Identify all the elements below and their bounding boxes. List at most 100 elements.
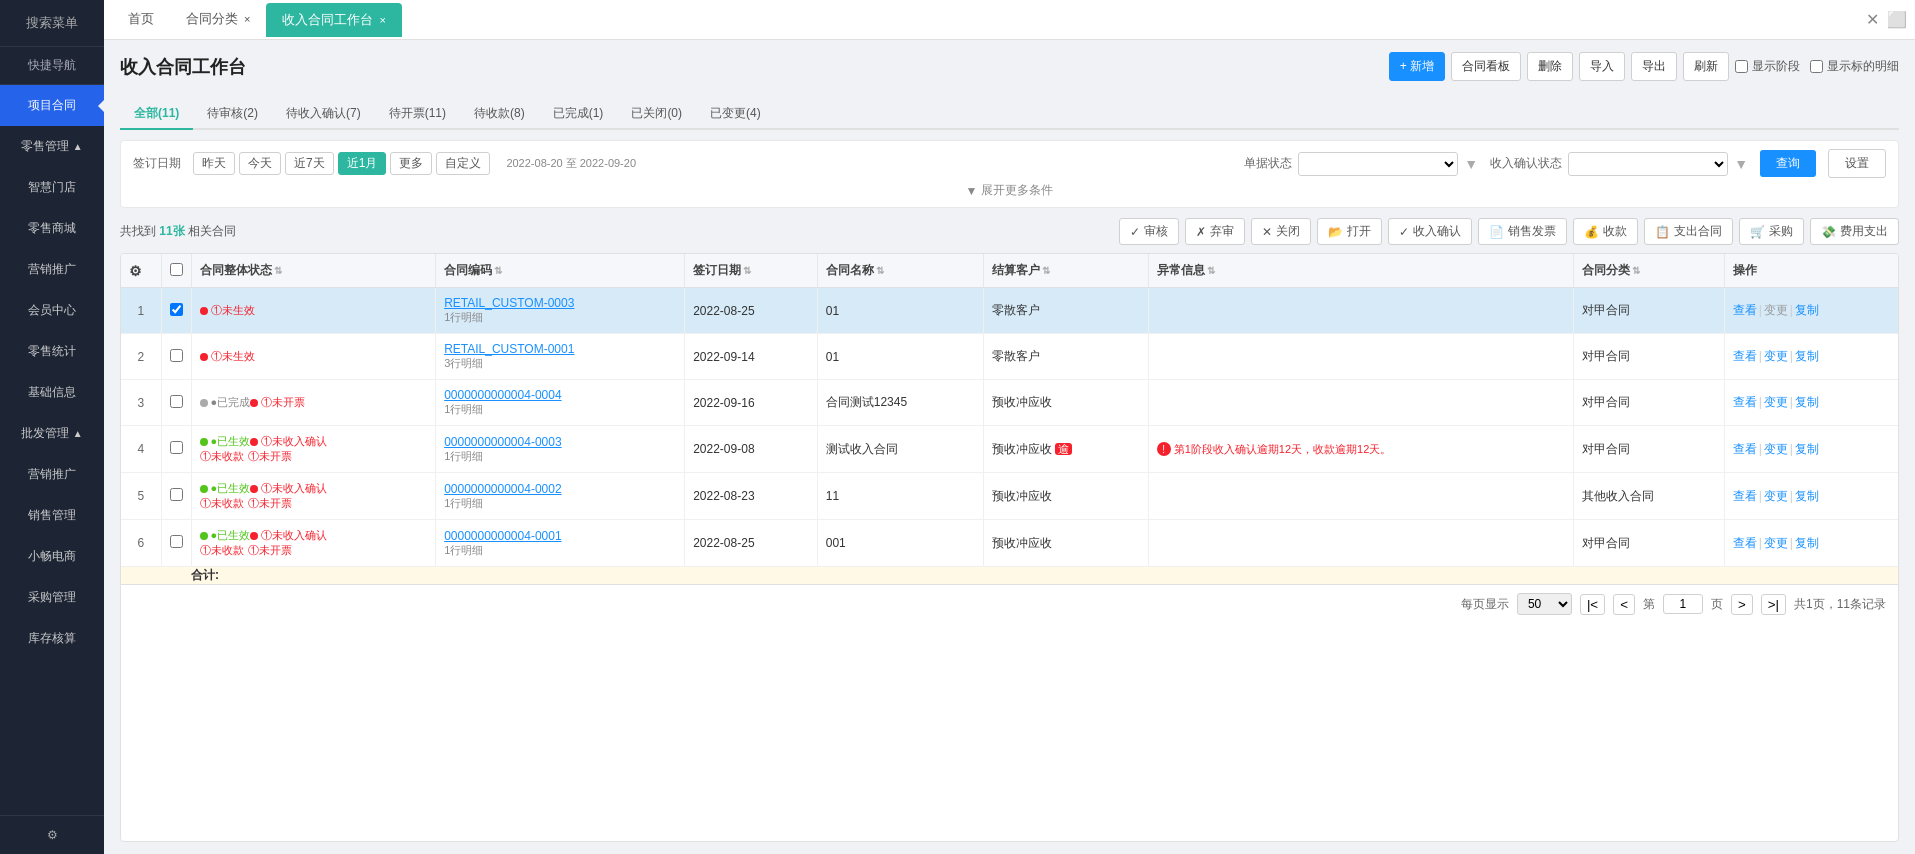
sidebar-item-retail-mall[interactable]: 零售商城 [0, 208, 104, 249]
expand-more[interactable]: ▼ 展开更多条件 [133, 182, 1886, 199]
tab-close-income-workbench[interactable]: × [379, 14, 385, 26]
open-action-btn[interactable]: 📂打开 [1317, 218, 1382, 245]
op-变更-3[interactable]: 变更 [1764, 442, 1788, 456]
op-查看-4[interactable]: 查看 [1733, 489, 1757, 503]
row-checkbox-1[interactable] [161, 334, 191, 380]
show-fields-check[interactable]: 显示阶段 [1735, 58, 1800, 75]
op-复制-5[interactable]: 复制 [1795, 536, 1819, 550]
sidebar-item-project[interactable]: 项目合同 [0, 85, 104, 126]
sidebar-item-marketing2[interactable]: 营销推广 [0, 454, 104, 495]
sidebar-item-purchase[interactable]: 采购管理 [0, 577, 104, 618]
current-page-input[interactable] [1663, 594, 1703, 614]
op-复制-1[interactable]: 复制 [1795, 349, 1819, 363]
setting-button[interactable]: 设置 [1828, 149, 1886, 178]
query-button[interactable]: 查询 [1760, 150, 1816, 177]
prev-page-btn[interactable]: < [1613, 594, 1635, 615]
sub-tab-closed[interactable]: 已关闭(0) [617, 99, 696, 130]
row-checkbox-2[interactable] [161, 380, 191, 426]
op-变更-2[interactable]: 变更 [1764, 395, 1788, 409]
import-button[interactable]: 导入 [1579, 52, 1625, 81]
op-变更-5[interactable]: 变更 [1764, 536, 1788, 550]
sidebar-item-members[interactable]: 会员中心 [0, 290, 104, 331]
filter-date-近1月[interactable]: 近1月 [338, 152, 387, 175]
sidebar-settings-icon[interactable]: ⚙ [0, 815, 104, 854]
new-button[interactable]: + 新增 [1389, 52, 1445, 81]
last-page-btn[interactable]: >| [1761, 594, 1786, 615]
col-header-code[interactable]: 合同编码⇅ [436, 254, 685, 288]
row-checkbox-4[interactable] [161, 473, 191, 520]
col-header-name[interactable]: 合同名称⇅ [817, 254, 983, 288]
op-复制-3[interactable]: 复制 [1795, 442, 1819, 456]
purchase-action-btn[interactable]: 🛒采购 [1739, 218, 1804, 245]
export-button[interactable]: 导出 [1631, 52, 1677, 81]
next-page-btn[interactable]: > [1731, 594, 1753, 615]
sub-tab-pending-review[interactable]: 待审核(2) [193, 99, 272, 130]
sidebar-item-basic-info[interactable]: 基础信息 [0, 372, 104, 413]
sidebar-item-retail-stat[interactable]: 零售统计 [0, 331, 104, 372]
review-action-btn[interactable]: ✓审核 [1119, 218, 1179, 245]
col-gear-icon[interactable]: ⚙ [129, 263, 142, 279]
filter-date-近7天[interactable]: 近7天 [285, 152, 334, 175]
sidebar-search[interactable]: 搜索菜单 [0, 0, 104, 47]
contract-code-link-5[interactable]: 0000000000004-0001 [444, 529, 561, 543]
col-header-status[interactable]: 合同整体状态⇅ [191, 254, 436, 288]
col-header-abnormal[interactable]: 异常信息⇅ [1148, 254, 1573, 288]
op-复制-0[interactable]: 复制 [1795, 303, 1819, 317]
filter-date-今天[interactable]: 今天 [239, 152, 281, 175]
contract-code-link-0[interactable]: RETAIL_CUSTOM-0003 [444, 296, 574, 310]
sub-tab-all[interactable]: 全部(11) [120, 99, 193, 130]
sidebar-item-marketing[interactable]: 营销推广 [0, 249, 104, 290]
sidebar-item-xiaochang[interactable]: 小畅电商 [0, 536, 104, 577]
contract-code-link-3[interactable]: 0000000000004-0003 [444, 435, 561, 449]
close-action-btn[interactable]: ✕关闭 [1251, 218, 1311, 245]
contract-code-link-4[interactable]: 0000000000004-0002 [444, 482, 561, 496]
op-查看-3[interactable]: 查看 [1733, 442, 1757, 456]
kanban-button[interactable]: 合同看板 [1451, 52, 1521, 81]
op-查看-0[interactable]: 查看 [1733, 303, 1757, 317]
maximize-icon[interactable]: ⬜ [1887, 10, 1907, 29]
col-header-customer[interactable]: 结算客户⇅ [984, 254, 1149, 288]
sidebar-item-retail-mgmt[interactable]: 零售管理 ▲ [0, 126, 104, 167]
sub-tab-completed[interactable]: 已完成(1) [539, 99, 618, 130]
tab-income-workbench[interactable]: 收入合同工作台× [266, 3, 401, 37]
tab-contract-cat[interactable]: 合同分类× [170, 2, 266, 38]
income-confirm-select[interactable] [1568, 152, 1728, 176]
op-复制-4[interactable]: 复制 [1795, 489, 1819, 503]
contract-code-link-1[interactable]: RETAIL_CUSTOM-0001 [444, 342, 574, 356]
payout-contract-action-btn[interactable]: 📋支出合同 [1644, 218, 1733, 245]
expense-action-btn[interactable]: 💸费用支出 [1810, 218, 1899, 245]
sub-tab-pending-invoice[interactable]: 待开票(11) [375, 99, 460, 130]
first-page-btn[interactable]: |< [1580, 594, 1605, 615]
row-checkbox-3[interactable] [161, 426, 191, 473]
op-复制-2[interactable]: 复制 [1795, 395, 1819, 409]
filter-date-昨天[interactable]: 昨天 [193, 152, 235, 175]
refresh-button[interactable]: 刷新 [1683, 52, 1729, 81]
sidebar-item-smart-store[interactable]: 智慧门店 [0, 167, 104, 208]
sales-invoice-action-btn[interactable]: 📄销售发票 [1478, 218, 1567, 245]
tab-home[interactable]: 首页 [112, 2, 170, 38]
op-查看-5[interactable]: 查看 [1733, 536, 1757, 550]
filter-date-自定义[interactable]: 自定义 [436, 152, 490, 175]
sub-tab-pending-confirm[interactable]: 待收入确认(7) [272, 99, 375, 130]
payment-action-btn[interactable]: 💰收款 [1573, 218, 1638, 245]
close-window-icon[interactable]: ✕ [1866, 10, 1879, 29]
sub-tab-pending-payment[interactable]: 待收款(8) [460, 99, 539, 130]
tab-close-contract-cat[interactable]: × [244, 13, 250, 25]
op-查看-2[interactable]: 查看 [1733, 395, 1757, 409]
doc-status-select[interactable] [1298, 152, 1458, 176]
sidebar-item-sales-mgmt[interactable]: 销售管理 [0, 495, 104, 536]
row-checkbox-0[interactable] [161, 288, 191, 334]
page-size-select[interactable]: 102050100 [1517, 593, 1572, 615]
col-header-category[interactable]: 合同分类⇅ [1574, 254, 1725, 288]
contract-code-link-2[interactable]: 0000000000004-0004 [444, 388, 561, 402]
filter-date-更多[interactable]: 更多 [390, 152, 432, 175]
sidebar-item-inventory[interactable]: 库存核算 [0, 618, 104, 659]
op-变更-1[interactable]: 变更 [1764, 349, 1788, 363]
income-confirm-action-btn[interactable]: ✓收入确认 [1388, 218, 1472, 245]
row-checkbox-5[interactable] [161, 520, 191, 567]
show-detail-check[interactable]: 显示标的明细 [1810, 58, 1899, 75]
op-变更-0[interactable]: 变更 [1764, 303, 1788, 317]
op-变更-4[interactable]: 变更 [1764, 489, 1788, 503]
sub-tab-changed[interactable]: 已变更(4) [696, 99, 775, 130]
abandon-action-btn[interactable]: ✗弃审 [1185, 218, 1245, 245]
